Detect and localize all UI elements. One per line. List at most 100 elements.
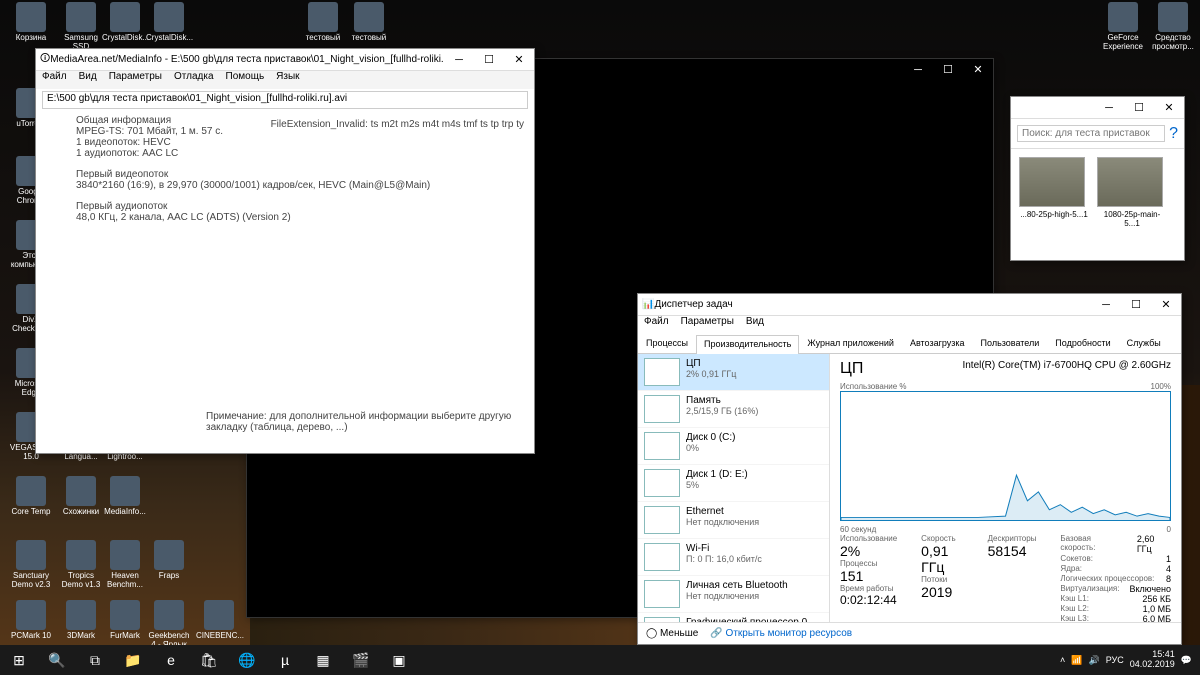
explorer-window[interactable]: ─ ☐ ✕ ? ...80-25p-high-5...11080-25p-mai… <box>1010 96 1185 261</box>
search-icon[interactable]: 🔍 <box>38 645 76 675</box>
perf-sidebar-item[interactable]: Графический процессор 0Intel(R) HD Graph… <box>638 613 829 622</box>
close-button[interactable]: ✕ <box>1151 294 1181 316</box>
desktop-icon[interactable]: Схожинки <box>58 476 104 517</box>
start-button[interactable]: ⊞ <box>0 645 38 675</box>
volume-icon[interactable]: 🔊 <box>1088 655 1099 666</box>
footnote: Примечание: для дополнительной информаци… <box>206 411 534 433</box>
desktop-icon[interactable]: Fraps <box>146 540 192 581</box>
video-header: Первый видеопоток <box>76 169 504 180</box>
app-icon: 🛈 <box>40 51 50 68</box>
close-button[interactable]: ✕ <box>963 59 993 81</box>
menu-item[interactable]: Параметры <box>109 71 162 89</box>
audio-header: Первый аудиопоток <box>76 201 504 212</box>
utorrent-icon[interactable]: µ <box>266 645 304 675</box>
fewer-details-button[interactable]: ◯ Меньше <box>646 628 698 639</box>
tab[interactable]: Подробности <box>1047 334 1118 353</box>
menu-item[interactable]: Помощь <box>226 71 265 89</box>
close-button[interactable]: ✕ <box>1154 97 1184 119</box>
desktop-icon[interactable]: Корзина <box>8 2 54 43</box>
minimize-button[interactable]: ─ <box>903 59 933 81</box>
minimize-button[interactable]: ─ <box>444 49 474 71</box>
clock[interactable]: 15:41 04.02.2019 <box>1130 650 1175 670</box>
desktop-icon[interactable]: MediaInfo... <box>102 476 148 517</box>
desktop-icon[interactable]: CrystalDisk... <box>102 2 148 43</box>
tab[interactable]: Автозагрузка <box>902 334 973 353</box>
menu-item[interactable]: Вид <box>79 71 97 89</box>
desktop-icon[interactable]: CrystalDisk... <box>146 2 192 43</box>
file-thumbnail[interactable]: 1080-25p-main-5...1 <box>1097 157 1167 252</box>
desktop-icon[interactable]: Средство просмотр... <box>1150 2 1196 52</box>
menu-item[interactable]: Файл <box>42 71 67 89</box>
menubar: Файл Параметры Вид <box>638 316 1181 334</box>
taskbar-app[interactable]: ▣ <box>380 645 418 675</box>
taskbar-app[interactable]: ▦ <box>304 645 342 675</box>
tab[interactable]: Процессы <box>638 334 696 353</box>
menu-item[interactable]: Файл <box>644 316 669 334</box>
minimize-button[interactable]: ─ <box>1091 294 1121 316</box>
menubar: Файл Вид Параметры Отладка Помощь Язык <box>36 71 534 89</box>
maximize-button[interactable]: ☐ <box>1121 294 1151 316</box>
menu-item[interactable]: Вид <box>746 316 764 334</box>
thumbnail-area: ...80-25p-high-5...11080-25p-main-5...1 <box>1011 149 1184 260</box>
tab[interactable]: Производительность <box>696 335 799 354</box>
desktop-icon[interactable]: Sanctuary Demo v2.3 <box>8 540 54 590</box>
maximize-button[interactable]: ☐ <box>933 59 963 81</box>
desktop-icon[interactable]: Tropics Demo v1.3 <box>58 540 104 590</box>
close-button[interactable]: ✕ <box>504 49 534 71</box>
audio-line: 48,0 КГц, 2 канала, AAC LC (ADTS) (Versi… <box>76 212 504 223</box>
perf-sidebar-item[interactable]: Диск 1 (D: E:)5% <box>638 465 829 502</box>
maximize-button[interactable]: ☐ <box>1124 97 1154 119</box>
desktop-icon[interactable]: PCMark 10 <box>8 600 54 641</box>
tab-strip: ПроцессыПроизводительностьЖурнал приложе… <box>638 334 1181 354</box>
tab[interactable]: Службы <box>1119 334 1169 353</box>
desktop-icon[interactable]: Core Temp <box>8 476 54 517</box>
tray-up-icon[interactable]: ˄ <box>1060 655 1065 665</box>
file-thumbnail[interactable]: ...80-25p-high-5...1 <box>1019 157 1089 252</box>
desktop-icon[interactable]: тестовый <box>346 2 392 43</box>
perf-sidebar-item[interactable]: EthernetНет подключения <box>638 502 829 539</box>
window-title: MediaArea.net/MediaInfo - E:\500 gb\для … <box>50 54 444 65</box>
desktop-icon[interactable]: FurMark <box>102 600 148 641</box>
file-path-field[interactable]: E:\500 gb\для теста приставок\01_Night_v… <box>42 91 528 109</box>
app-icon: 📊 <box>642 299 654 310</box>
taskbar-app[interactable]: 🎬 <box>342 645 380 675</box>
store-icon[interactable]: 🛍 <box>190 645 228 675</box>
cpu-model: Intel(R) Core(TM) i7-6700HQ CPU @ 2.60GH… <box>962 360 1171 378</box>
perf-sidebar-item[interactable]: Личная сеть BluetoothНет подключения <box>638 576 829 613</box>
edge-icon[interactable]: e <box>152 645 190 675</box>
mediainfo-window[interactable]: 🛈 MediaArea.net/MediaInfo - E:\500 gb\дл… <box>35 48 535 454</box>
resource-monitor-link[interactable]: 🔗 Открыть монитор ресурсов <box>710 628 852 639</box>
minimize-button[interactable]: ─ <box>1094 97 1124 119</box>
desktop-icon[interactable]: тестовый <box>300 2 346 43</box>
desktop-icon[interactable]: Heaven Benchm... <box>102 540 148 590</box>
desktop-icon[interactable]: 3DMark <box>58 600 104 641</box>
info-line: 1 видеопоток: HEVC <box>76 137 504 148</box>
maximize-button[interactable]: ☐ <box>474 49 504 71</box>
menu-item[interactable]: Язык <box>276 71 299 89</box>
tab[interactable]: Журнал приложений <box>799 334 902 353</box>
menu-item[interactable]: Параметры <box>681 316 734 334</box>
tab[interactable]: Пользователи <box>973 334 1048 353</box>
notifications-icon[interactable]: 💬 <box>1181 655 1192 666</box>
task-manager-window[interactable]: 📊 Диспетчер задач ─ ☐ ✕ ФайлПараметрыВид… <box>637 293 1182 645</box>
explorer-icon[interactable]: 📁 <box>114 645 152 675</box>
search-input[interactable] <box>1017 125 1165 142</box>
perf-sidebar-item[interactable]: Диск 0 (C:)0% <box>638 428 829 465</box>
system-tray[interactable]: ˄ 📶 🔊 РУС 15:41 04.02.2019 💬 <box>1060 650 1200 670</box>
perf-sidebar-item[interactable]: Память2,5/15,9 ГБ (16%) <box>638 391 829 428</box>
network-icon[interactable]: 📶 <box>1071 655 1082 666</box>
cpu-usage-graph <box>840 391 1171 521</box>
desktop-icon[interactable]: GeForce Experience <box>1100 2 1146 52</box>
ext-warning: FileExtension_Invalid: ts m2t m2s m4t m4… <box>271 119 524 130</box>
chrome-icon[interactable]: 🌐 <box>228 645 266 675</box>
perf-sidebar-item[interactable]: Wi-FiП: 0 П: 16,0 кбит/с <box>638 539 829 576</box>
language-indicator[interactable]: РУС <box>1106 655 1124 665</box>
performance-detail: ЦП Intel(R) Core(TM) i7-6700HQ CPU @ 2.6… <box>830 354 1181 622</box>
desktop-icon[interactable]: Geekbench 4 - Ярлык <box>146 600 192 650</box>
task-view-icon[interactable]: ⧉ <box>76 645 114 675</box>
desktop-icon[interactable]: Samsung SSD <box>58 2 104 52</box>
menu-item[interactable]: Отладка <box>174 71 214 89</box>
desktop-icon[interactable]: CINEBENC... <box>196 600 242 641</box>
perf-sidebar-item[interactable]: ЦП2% 0,91 ГГц <box>638 354 829 391</box>
help-icon[interactable]: ? <box>1169 125 1178 143</box>
